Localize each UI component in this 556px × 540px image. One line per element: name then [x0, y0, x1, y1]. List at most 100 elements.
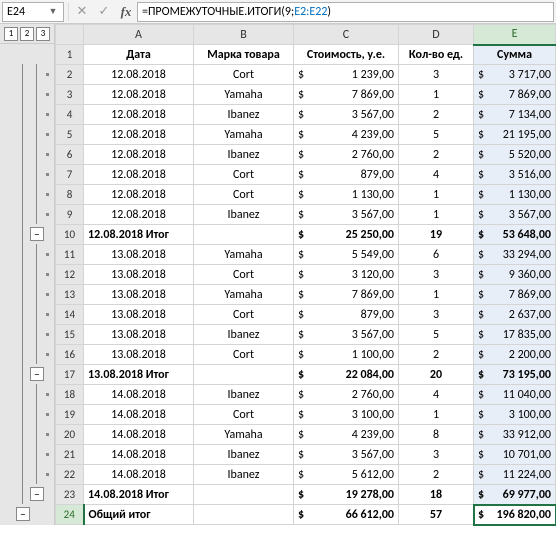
cell[interactable]: 12.08.2018 — [84, 185, 194, 205]
cell[interactable]: $9 360,00 — [474, 265, 556, 285]
row-header[interactable]: 19 — [56, 405, 84, 425]
cell[interactable]: 1 — [399, 185, 474, 205]
cell[interactable]: $1 100,00 — [294, 345, 399, 365]
cell[interactable]: 13.08.2018 — [84, 325, 194, 345]
cell[interactable]: 6 — [399, 245, 474, 265]
collapse-group-icon[interactable]: − — [30, 487, 44, 501]
cell[interactable]: $2 637,00 — [474, 305, 556, 325]
cell[interactable]: 14.08.2018 Итог — [84, 485, 194, 505]
cell[interactable]: Cort — [194, 405, 294, 425]
row-header[interactable]: 3 — [56, 85, 84, 105]
col-header-d[interactable]: D — [399, 25, 474, 45]
cell[interactable]: $7 134,00 — [474, 105, 556, 125]
collapse-group-icon[interactable]: − — [30, 367, 44, 381]
cell[interactable]: Кол-во ед. — [399, 45, 474, 65]
cell[interactable]: $3 567,00 — [294, 445, 399, 465]
cell[interactable]: 19 — [399, 225, 474, 245]
cell[interactable]: 13.08.2018 — [84, 265, 194, 285]
cell[interactable]: Cort — [194, 165, 294, 185]
outline-level-3[interactable]: 3 — [36, 27, 50, 41]
cell[interactable]: $19 278,00 — [294, 485, 399, 505]
cell[interactable]: $4 239,00 — [294, 125, 399, 145]
cell[interactable]: $5 612,00 — [294, 465, 399, 485]
cell[interactable] — [194, 225, 294, 245]
cell[interactable]: 20 — [399, 365, 474, 385]
cell[interactable]: $3 100,00 — [294, 405, 399, 425]
cell[interactable]: Cort — [194, 185, 294, 205]
cell[interactable]: 14.08.2018 — [84, 445, 194, 465]
row-header[interactable]: 14 — [56, 305, 84, 325]
cell[interactable]: 5 — [399, 325, 474, 345]
cell[interactable]: 2 — [399, 105, 474, 125]
row-header[interactable]: 9 — [56, 205, 84, 225]
cell[interactable]: $879,00 — [294, 305, 399, 325]
cell[interactable]: $3 120,00 — [294, 265, 399, 285]
cell[interactable]: 18 — [399, 485, 474, 505]
col-header-a[interactable]: A — [84, 25, 194, 45]
cell[interactable]: $33 912,00 — [474, 425, 556, 445]
cell[interactable]: Общий итог — [84, 505, 194, 525]
cell[interactable]: $7 869,00 — [294, 85, 399, 105]
cell[interactable]: $3 516,00 — [474, 165, 556, 185]
cell[interactable]: $5 549,00 — [294, 245, 399, 265]
row-header[interactable]: 20 — [56, 425, 84, 445]
cell[interactable]: 8 — [399, 425, 474, 445]
collapse-all-icon[interactable]: − — [16, 507, 30, 521]
cell[interactable]: Ibanez — [194, 325, 294, 345]
cell[interactable]: 2 — [399, 145, 474, 165]
cell[interactable]: $2 760,00 — [294, 385, 399, 405]
cell[interactable]: Ibanez — [194, 385, 294, 405]
cell[interactable]: 4 — [399, 385, 474, 405]
row-header[interactable]: 2 — [56, 65, 84, 85]
cell[interactable]: 1 — [399, 205, 474, 225]
cell[interactable]: $22 084,00 — [294, 365, 399, 385]
cell[interactable]: $1 239,00 — [294, 65, 399, 85]
cell[interactable] — [194, 485, 294, 505]
cell[interactable]: 2 — [399, 465, 474, 485]
cell[interactable]: Ibanez — [194, 465, 294, 485]
formula-input[interactable]: =ПРОМЕЖУТОЧНЫЕ.ИТОГИ(9;E2:E22) — [137, 2, 554, 22]
row-header[interactable]: 4 — [56, 105, 84, 125]
active-cell[interactable]: $196 820,00 — [474, 505, 556, 525]
cell[interactable]: 13.08.2018 — [84, 345, 194, 365]
cell[interactable]: 2 — [399, 345, 474, 365]
outline-level-1[interactable]: 1 — [4, 27, 18, 41]
cell[interactable]: Yamaha — [194, 425, 294, 445]
cell[interactable]: Ibanez — [194, 145, 294, 165]
row-header[interactable]: 12 — [56, 265, 84, 285]
cell[interactable]: 13.08.2018 — [84, 245, 194, 265]
cell[interactable]: 14.08.2018 — [84, 405, 194, 425]
cell[interactable]: Yamaha — [194, 285, 294, 305]
col-header-c[interactable]: C — [294, 25, 399, 45]
cell[interactable]: $7 869,00 — [474, 285, 556, 305]
row-header[interactable]: 7 — [56, 165, 84, 185]
cell[interactable]: $10 701,00 — [474, 445, 556, 465]
cell[interactable]: Yamaha — [194, 85, 294, 105]
cell[interactable]: $3 567,00 — [294, 105, 399, 125]
cell[interactable]: $5 520,00 — [474, 145, 556, 165]
cell[interactable]: 1 — [399, 405, 474, 425]
confirm-icon[interactable]: ✓ — [93, 2, 115, 22]
row-header[interactable]: 5 — [56, 125, 84, 145]
cell[interactable]: $33 294,00 — [474, 245, 556, 265]
cell[interactable]: Марка товара — [194, 45, 294, 65]
cell[interactable]: 13.08.2018 — [84, 285, 194, 305]
cell[interactable]: 12.08.2018 — [84, 65, 194, 85]
cell[interactable]: 57 — [399, 505, 474, 525]
cell[interactable] — [194, 505, 294, 525]
cell[interactable]: Cort — [194, 305, 294, 325]
cell[interactable]: Ibanez — [194, 205, 294, 225]
row-header[interactable]: 16 — [56, 345, 84, 365]
cell[interactable]: 12.08.2018 — [84, 165, 194, 185]
cell[interactable]: Дата — [84, 45, 194, 65]
cell[interactable]: $53 648,00 — [474, 225, 556, 245]
cell[interactable]: $4 239,00 — [294, 425, 399, 445]
cell[interactable]: $17 835,00 — [474, 325, 556, 345]
cell[interactable]: 12.08.2018 — [84, 145, 194, 165]
cell[interactable]: 5 — [399, 125, 474, 145]
row-header[interactable]: 11 — [56, 245, 84, 265]
fx-icon[interactable]: fx — [115, 2, 137, 22]
cell[interactable]: 12.08.2018 — [84, 205, 194, 225]
cell[interactable]: 14.08.2018 — [84, 465, 194, 485]
cell[interactable] — [194, 365, 294, 385]
